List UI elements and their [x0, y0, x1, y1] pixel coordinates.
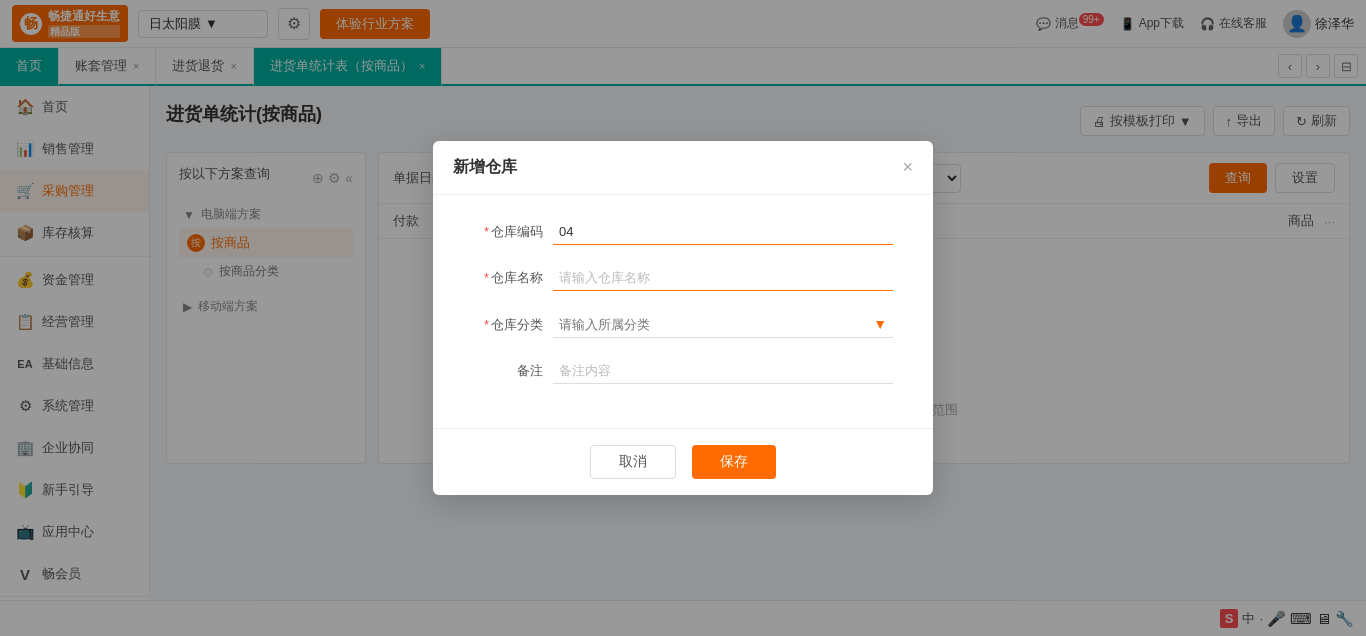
code-input[interactable] — [553, 219, 893, 245]
modal-close-button[interactable]: × — [902, 157, 913, 178]
name-input[interactable] — [553, 265, 893, 291]
category-input[interactable] — [559, 317, 873, 332]
category-select-wrapper: ▼ — [553, 311, 893, 338]
code-label: 仓库编码 — [473, 223, 553, 241]
modal-header: 新增仓库 × — [433, 141, 933, 195]
note-label: 备注 — [473, 362, 553, 380]
cancel-button[interactable]: 取消 — [590, 445, 676, 479]
form-row-name: 仓库名称 — [473, 265, 893, 291]
category-label: 仓库分类 — [473, 316, 553, 334]
modal-overlay[interactable]: 新增仓库 × 仓库编码 仓库名称 仓库分类 ▼ — [0, 0, 1366, 636]
modal-body: 仓库编码 仓库名称 仓库分类 ▼ 备注 — [433, 195, 933, 428]
note-input[interactable] — [553, 358, 893, 384]
name-label: 仓库名称 — [473, 269, 553, 287]
modal-footer: 取消 保存 — [433, 428, 933, 495]
save-button[interactable]: 保存 — [692, 445, 776, 479]
form-row-category: 仓库分类 ▼ — [473, 311, 893, 338]
modal-title: 新增仓库 — [453, 157, 517, 178]
category-dropdown-icon[interactable]: ▼ — [873, 316, 887, 332]
add-warehouse-modal: 新增仓库 × 仓库编码 仓库名称 仓库分类 ▼ — [433, 141, 933, 495]
form-row-note: 备注 — [473, 358, 893, 384]
form-row-code: 仓库编码 — [473, 219, 893, 245]
